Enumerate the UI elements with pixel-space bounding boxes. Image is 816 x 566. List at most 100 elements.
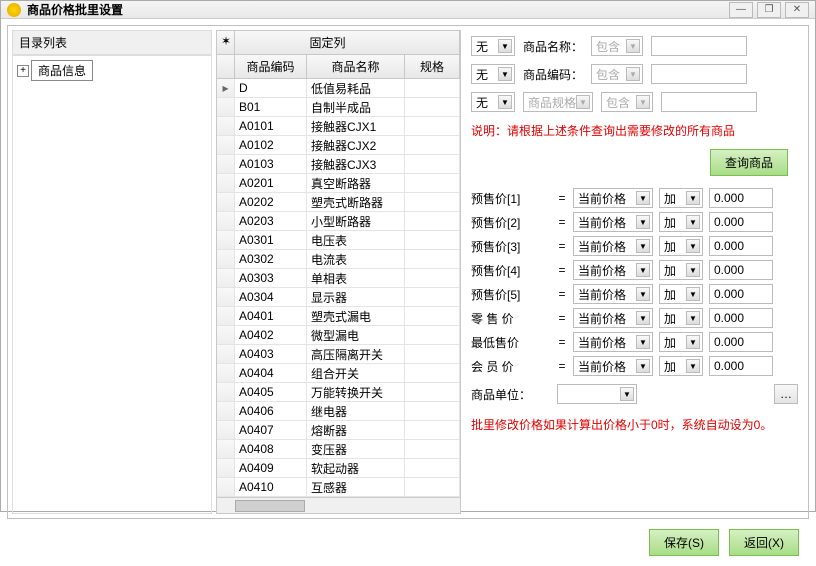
filter3-label-select[interactable]: 商品规格▼ [523, 92, 593, 112]
price-op-select[interactable]: 加▼ [659, 188, 703, 208]
table-row[interactable]: A0302电流表 [217, 250, 460, 269]
price-value-input[interactable] [709, 236, 773, 256]
chevron-down-icon: ▼ [620, 387, 634, 401]
filter3-input[interactable] [661, 92, 757, 112]
price-value-input[interactable] [709, 260, 773, 280]
table-row[interactable]: A0410互感器 [217, 478, 460, 497]
row-marker [217, 326, 235, 344]
price-value-input[interactable] [709, 284, 773, 304]
price-base-select[interactable]: 当前价格▼ [573, 356, 653, 376]
table-row[interactable]: A0403高压隔离开关 [217, 345, 460, 364]
table-row[interactable]: A0202塑壳式断路器 [217, 193, 460, 212]
table-row[interactable]: A0102接触器CJX2 [217, 136, 460, 155]
fixed-col-header[interactable]: 固定列 [235, 31, 420, 54]
cell-spec [405, 117, 460, 135]
table-row[interactable]: A0402微型漏电 [217, 326, 460, 345]
unit-select[interactable]: ▼ [557, 384, 637, 404]
grid-body[interactable]: ▸D低值易耗品B01自制半成品A0101接触器CJX1A0102接触器CJX2A… [217, 79, 460, 497]
price-op-select[interactable]: 加▼ [659, 308, 703, 328]
price-base-select[interactable]: 当前价格▼ [573, 332, 653, 352]
table-row[interactable]: A0201真空断路器 [217, 174, 460, 193]
chevron-down-icon: ▼ [686, 263, 700, 277]
price-op-select[interactable]: 加▼ [659, 356, 703, 376]
table-row[interactable]: A0401塑壳式漏电 [217, 307, 460, 326]
filter3-op-select[interactable]: 包含▼ [601, 92, 653, 112]
price-op-select[interactable]: 加▼ [659, 212, 703, 232]
cell-spec [405, 212, 460, 230]
table-row[interactable]: A0406继电器 [217, 402, 460, 421]
table-row[interactable]: A0404组合开关 [217, 364, 460, 383]
table-row[interactable]: A0407熔断器 [217, 421, 460, 440]
col-code[interactable]: 商品编码 [235, 55, 307, 78]
unit-browse-button[interactable]: … [774, 384, 798, 404]
row-marker: ▸ [217, 79, 235, 97]
filter1-logic-select[interactable]: 无▼ [471, 36, 515, 56]
row-marker [217, 193, 235, 211]
table-row[interactable]: A0405万能转换开关 [217, 383, 460, 402]
cell-spec [405, 288, 460, 306]
equals-sign: = [557, 359, 567, 373]
cell-name: 高压隔离开关 [307, 345, 405, 363]
price-value-input[interactable] [709, 356, 773, 376]
close-button[interactable]: ✕ [785, 2, 809, 18]
table-row[interactable]: A0103接触器CJX3 [217, 155, 460, 174]
cell-code: A0406 [235, 402, 307, 420]
price-op-select[interactable]: 加▼ [659, 260, 703, 280]
table-row[interactable]: A0301电压表 [217, 231, 460, 250]
price-value-input[interactable] [709, 332, 773, 352]
row-marker [217, 117, 235, 135]
cell-code: A0301 [235, 231, 307, 249]
table-row[interactable]: B01自制半成品 [217, 98, 460, 117]
table-row[interactable]: ▸D低值易耗品 [217, 79, 460, 98]
price-label: 预售价[2] [471, 214, 551, 231]
cell-code: A0202 [235, 193, 307, 211]
filter2-op-select[interactable]: 包含▼ [591, 64, 643, 84]
table-row[interactable]: A0303单相表 [217, 269, 460, 288]
table-row[interactable]: A0203小型断路器 [217, 212, 460, 231]
cell-name: 继电器 [307, 402, 405, 420]
price-op-select[interactable]: 加▼ [659, 236, 703, 256]
price-base-select[interactable]: 当前价格▼ [573, 260, 653, 280]
cell-name: 接触器CJX2 [307, 136, 405, 154]
filter2-input[interactable] [651, 64, 747, 84]
table-row[interactable]: A0408变压器 [217, 440, 460, 459]
cell-code: A0404 [235, 364, 307, 382]
cell-name: 万能转换开关 [307, 383, 405, 401]
scrollbar-thumb[interactable] [235, 500, 305, 512]
back-button[interactable]: 返回(X) [729, 529, 799, 556]
col-spec[interactable]: 规格 [405, 55, 460, 78]
equals-sign: = [557, 239, 567, 253]
query-button[interactable]: 查询商品 [710, 149, 788, 176]
price-base-select[interactable]: 当前价格▼ [573, 308, 653, 328]
price-value-input[interactable] [709, 212, 773, 232]
price-value-input[interactable] [709, 188, 773, 208]
filter3-logic-select[interactable]: 无▼ [471, 92, 515, 112]
chevron-down-icon: ▼ [636, 95, 650, 109]
chevron-down-icon: ▼ [576, 95, 590, 109]
expand-icon[interactable]: + [17, 65, 29, 77]
tree-root-node[interactable]: + 商品信息 [17, 60, 207, 81]
save-button[interactable]: 保存(S) [649, 529, 719, 556]
filter1-op-select[interactable]: 包含▼ [591, 36, 643, 56]
filter2-logic-select[interactable]: 无▼ [471, 64, 515, 84]
chevron-down-icon: ▼ [498, 95, 512, 109]
price-op-select[interactable]: 加▼ [659, 284, 703, 304]
price-base-select[interactable]: 当前价格▼ [573, 236, 653, 256]
price-value-input[interactable] [709, 308, 773, 328]
cell-name: 接触器CJX1 [307, 117, 405, 135]
minimize-button[interactable]: — [729, 2, 753, 18]
horizontal-scrollbar[interactable] [217, 497, 460, 513]
cell-spec [405, 459, 460, 477]
table-row[interactable]: A0409软起动器 [217, 459, 460, 478]
filter1-input[interactable] [651, 36, 747, 56]
maximize-button[interactable]: ❐ [757, 2, 781, 18]
cell-spec [405, 98, 460, 116]
price-op-select[interactable]: 加▼ [659, 332, 703, 352]
price-base-select[interactable]: 当前价格▼ [573, 284, 653, 304]
cell-name: 电压表 [307, 231, 405, 249]
price-base-select[interactable]: 当前价格▼ [573, 188, 653, 208]
price-base-select[interactable]: 当前价格▼ [573, 212, 653, 232]
table-row[interactable]: A0101接触器CJX1 [217, 117, 460, 136]
col-name[interactable]: 商品名称 [307, 55, 405, 78]
table-row[interactable]: A0304显示器 [217, 288, 460, 307]
